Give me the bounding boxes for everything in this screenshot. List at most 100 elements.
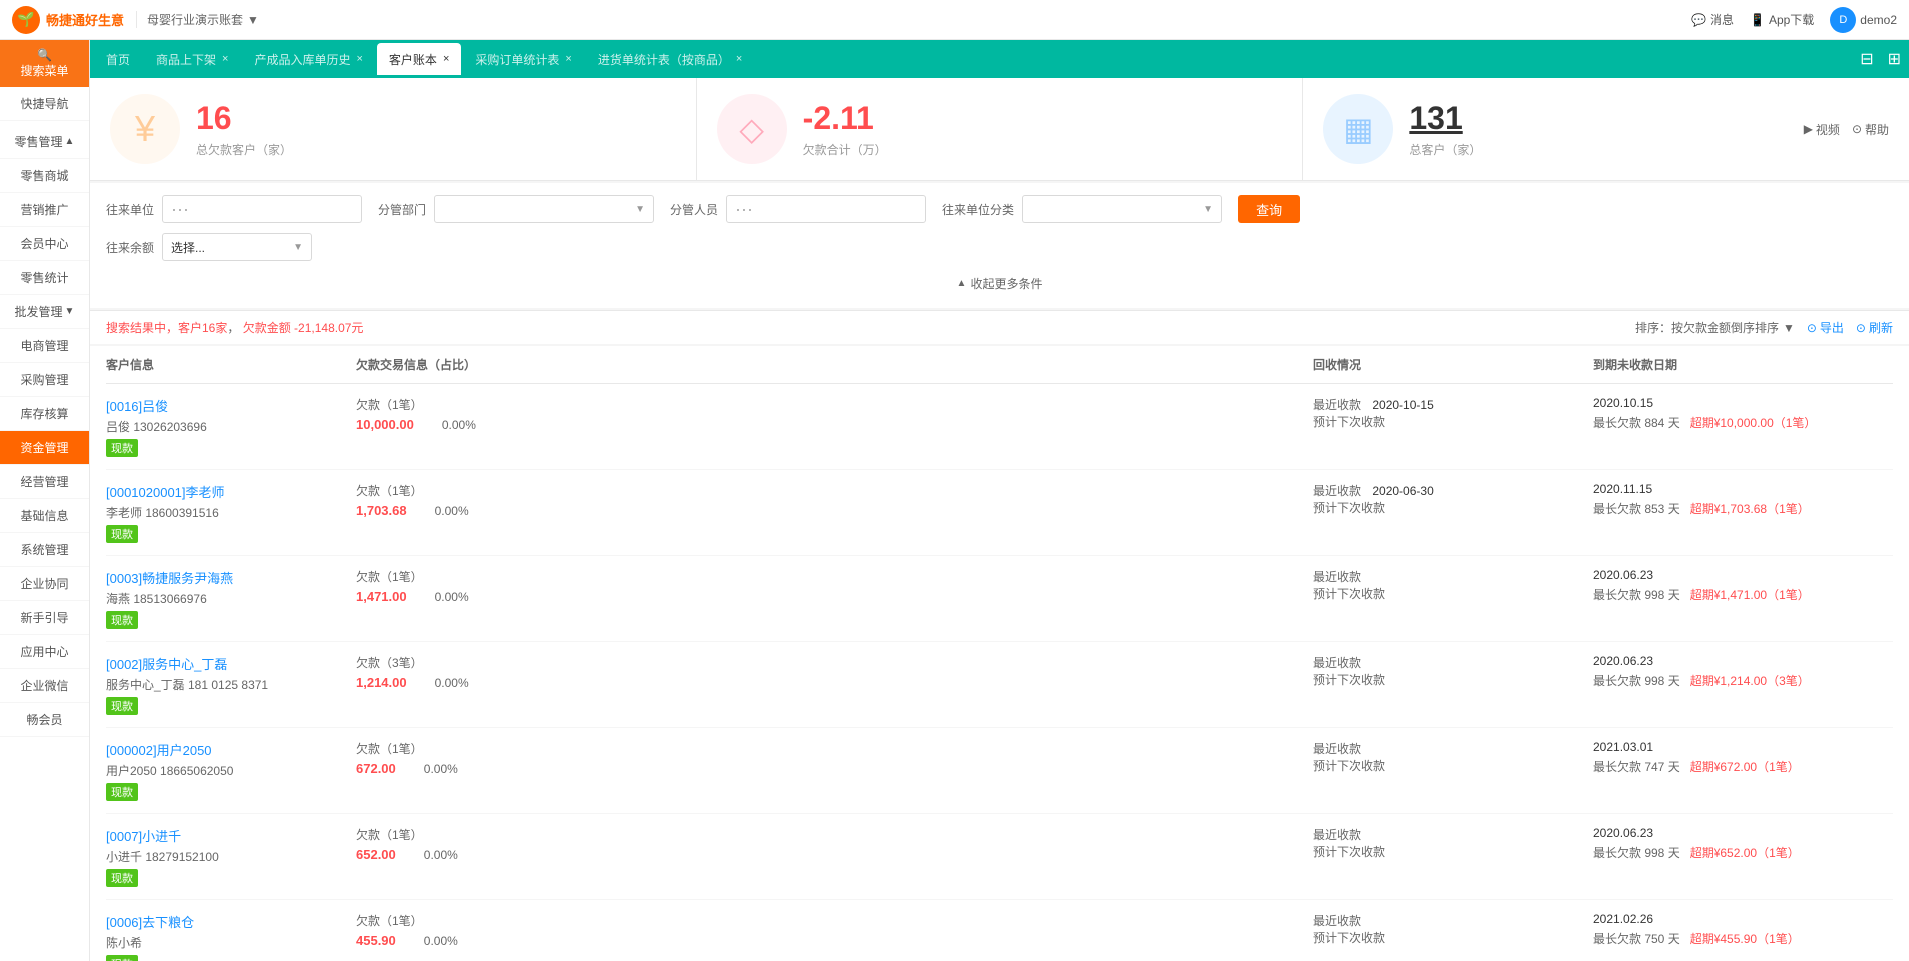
filter-item-person: 分管人员 ··· — [670, 195, 926, 223]
customer-cell-2: [0003]畅捷服务尹海燕 海燕 18513066976 现款 — [106, 568, 356, 629]
sidebar-item-retail-mgmt[interactable]: 零售管理 ▲ — [0, 125, 89, 159]
debt-amount-0[interactable]: 10,000.00 — [356, 417, 414, 432]
tab-production-history[interactable]: 产成品入库单历史 × — [242, 43, 374, 75]
filter-input-dept[interactable]: ▼ — [434, 195, 654, 223]
debt-amount-6[interactable]: 455.90 — [356, 933, 396, 948]
video-button[interactable]: ▶ 视频 — [1804, 121, 1840, 138]
chevron-up-icon: ▲ — [957, 278, 967, 289]
app-download-button[interactable]: 📱 App下载 — [1750, 11, 1814, 28]
tab-home[interactable]: 首页 — [94, 43, 142, 75]
sidebar-item-retail-store[interactable]: 零售商城 — [0, 159, 89, 193]
tab-purchase-order-stats[interactable]: 采购订单统计表 × — [463, 43, 583, 75]
tab-customer-account-close[interactable]: × — [443, 53, 449, 65]
sidebar-item-wechat[interactable]: 企业微信 — [0, 669, 89, 703]
debt-cell-0: 欠款（1笔） 10,000.00 0.00% — [356, 396, 1313, 432]
sidebar-item-quick-nav[interactable]: 快捷导航 — [0, 87, 89, 121]
tab-product-listing-close[interactable]: × — [222, 53, 228, 65]
debt-cell-5: 欠款（1笔） 652.00 0.00% — [356, 826, 1313, 862]
sidebar-item-operations[interactable]: 经营管理 — [0, 465, 89, 499]
customer-name-link-1[interactable]: [0001020001]李老师 — [106, 485, 225, 500]
sidebar-item-member[interactable]: 会员中心 — [0, 227, 89, 261]
recovery-cell-3: 最近收款 预计下次收款 — [1313, 654, 1593, 688]
export-button[interactable]: ⊙ 导出 — [1807, 319, 1844, 336]
customer-cell-3: [0002]服务中心_丁磊 服务中心_丁磊 181 0125 8371 现款 — [106, 654, 356, 715]
debt-amount-5[interactable]: 652.00 — [356, 847, 396, 862]
inventory-label: 库存核算 — [20, 407, 68, 421]
stat-card-actions: ▶ 视频 ⊙ 帮助 — [1804, 121, 1889, 138]
sidebar-item-vip[interactable]: 畅会员 — [0, 703, 89, 737]
sidebar-item-marketing[interactable]: 营销推广 — [0, 193, 89, 227]
overdue-amount-1[interactable]: 超期¥1,703.68（1笔） — [1690, 502, 1810, 516]
sidebar-item-ecommerce[interactable]: 电商管理 — [0, 329, 89, 363]
customer-cell-1: [0001020001]李老师 李老师 18600391516 现款 — [106, 482, 356, 543]
help-button[interactable]: ⊙ 帮助 — [1852, 121, 1889, 138]
tab-purchase-order-stats-close[interactable]: × — [565, 53, 571, 65]
overdue-amount-6[interactable]: 超期¥455.90（1笔） — [1690, 932, 1800, 946]
app-icon: 📱 — [1750, 13, 1765, 27]
top-bar-left: 🌱 畅捷通好生意 母婴行业演示账套 ▼ — [12, 6, 259, 34]
tabs-minimize-icon[interactable]: ⊟ — [1856, 47, 1877, 71]
tabs-actions: ⊟ ⊞ — [1856, 47, 1905, 71]
overdue-amount-2[interactable]: 超期¥1,471.00（1笔） — [1690, 588, 1810, 602]
filter-item-source-unit: 往来单位 ··· — [106, 195, 362, 223]
tab-production-history-label: 产成品入库单历史 — [254, 51, 350, 68]
table-header: 客户信息 欠款交易信息（占比） 回收情况 到期未收款日期 — [106, 346, 1893, 384]
tab-customer-account[interactable]: 客户账本 × — [377, 43, 461, 75]
help-label: 帮助 — [1865, 121, 1889, 138]
table-row: [0016]吕俊 吕俊 13026203696 现款 欠款（1笔） 10,000… — [106, 384, 1893, 470]
debt-amount-1[interactable]: 1,703.68 — [356, 503, 407, 518]
tab-production-history-close[interactable]: × — [356, 53, 362, 65]
customer-name-link-4[interactable]: [000002]用户2050 — [106, 743, 212, 758]
tabs-maximize-icon[interactable]: ⊞ — [1884, 47, 1905, 71]
overdue-amount-4[interactable]: 超期¥672.00（1笔） — [1690, 760, 1800, 774]
tab-purchase-stats-by-product[interactable]: 进货单统计表（按商品） × — [586, 43, 754, 75]
customer-name-link-2[interactable]: [0003]畅捷服务尹海燕 — [106, 571, 233, 586]
sidebar-item-purchase[interactable]: 采购管理 — [0, 363, 89, 397]
sidebar-item-app-center[interactable]: 应用中心 — [0, 635, 89, 669]
overdue-date-1: 2020.11.15 — [1593, 482, 1893, 496]
sort-selector[interactable]: 排序：按欠款金额倒序排序 ▼ — [1635, 319, 1795, 336]
overdue-amount-0[interactable]: 超期¥10,000.00（1笔） — [1690, 416, 1817, 430]
sidebar-item-basic-info[interactable]: 基础信息 — [0, 499, 89, 533]
sidebar-nav: 零售管理 ▲ 零售商城 营销推广 会员中心 零售统计 批发管理 ▼ — [0, 121, 89, 741]
table-row: [000002]用户2050 用户2050 18665062050 现款 欠款（… — [106, 728, 1893, 814]
collapse-button[interactable]: ▲ 收起更多条件 — [106, 271, 1893, 296]
debt-row-6: 455.90 0.00% — [356, 933, 1313, 948]
tab-product-listing[interactable]: 商品上下架 × — [144, 43, 240, 75]
sidebar-item-retail-stats[interactable]: 零售统计 — [0, 261, 89, 295]
query-button[interactable]: 查询 — [1238, 195, 1300, 223]
sidebar-item-inventory[interactable]: 库存核算 — [0, 397, 89, 431]
stat-label-debt-total: 欠款合计（万） — [803, 141, 1283, 158]
app-container: 🌱 畅捷通好生意 母婴行业演示账套 ▼ 💬 消息 📱 App下载 D demo2 — [0, 0, 1909, 961]
recovery-cell-5: 最近收款 预计下次收款 — [1313, 826, 1593, 860]
customer-name-link-5[interactable]: [0007]小进千 — [106, 829, 181, 844]
filter-input-person[interactable]: ··· — [726, 195, 926, 223]
table-header-overdue: 到期未收款日期 — [1593, 356, 1893, 373]
sidebar: 🔍 搜索菜单 快捷导航 零售管理 ▲ 零售商城 营销推广 会员中心 — [0, 40, 90, 961]
tab-purchase-stats-by-product-close[interactable]: × — [736, 53, 742, 65]
user-menu[interactable]: D demo2 — [1830, 7, 1897, 33]
filter-input-source-unit[interactable]: ··· — [162, 195, 362, 223]
sidebar-search[interactable]: 🔍 搜索菜单 — [0, 40, 89, 87]
sidebar-item-guide[interactable]: 新手引导 — [0, 601, 89, 635]
recovery-latest-4: 最近收款 — [1313, 740, 1593, 757]
overdue-amount-5[interactable]: 超期¥652.00（1笔） — [1690, 846, 1800, 860]
message-button[interactable]: 💬 消息 — [1691, 11, 1734, 28]
sidebar-item-wholesale-mgmt[interactable]: 批发管理 ▼ — [0, 295, 89, 329]
customer-name-link-0[interactable]: [0016]吕俊 — [106, 399, 168, 414]
debt-amount-4[interactable]: 672.00 — [356, 761, 396, 776]
sidebar-item-collab[interactable]: 企业协同 — [0, 567, 89, 601]
refresh-button[interactable]: ⊙ 刷新 — [1856, 319, 1893, 336]
overdue-amount-3[interactable]: 超期¥1,214.00（3笔） — [1690, 674, 1810, 688]
debt-amount-2[interactable]: 1,471.00 — [356, 589, 407, 604]
customer-name-link-3[interactable]: [0002]服务中心_丁磊 — [106, 657, 227, 672]
stat-number-debt-total: -2.11 — [803, 100, 1283, 137]
store-selector[interactable]: 母婴行业演示账套 ▼ — [136, 11, 259, 28]
debt-amount-3[interactable]: 1,214.00 — [356, 675, 407, 690]
sidebar-item-finance[interactable]: 资金管理 — [0, 431, 89, 465]
sidebar-item-system[interactable]: 系统管理 — [0, 533, 89, 567]
customer-name-link-6[interactable]: [0006]去下粮仓 — [106, 915, 194, 930]
filter-input-category[interactable]: ▼ — [1022, 195, 1222, 223]
filter-select-balance[interactable]: 选择... ▼ — [162, 233, 312, 261]
logo-area: 🌱 畅捷通好生意 — [12, 6, 124, 34]
